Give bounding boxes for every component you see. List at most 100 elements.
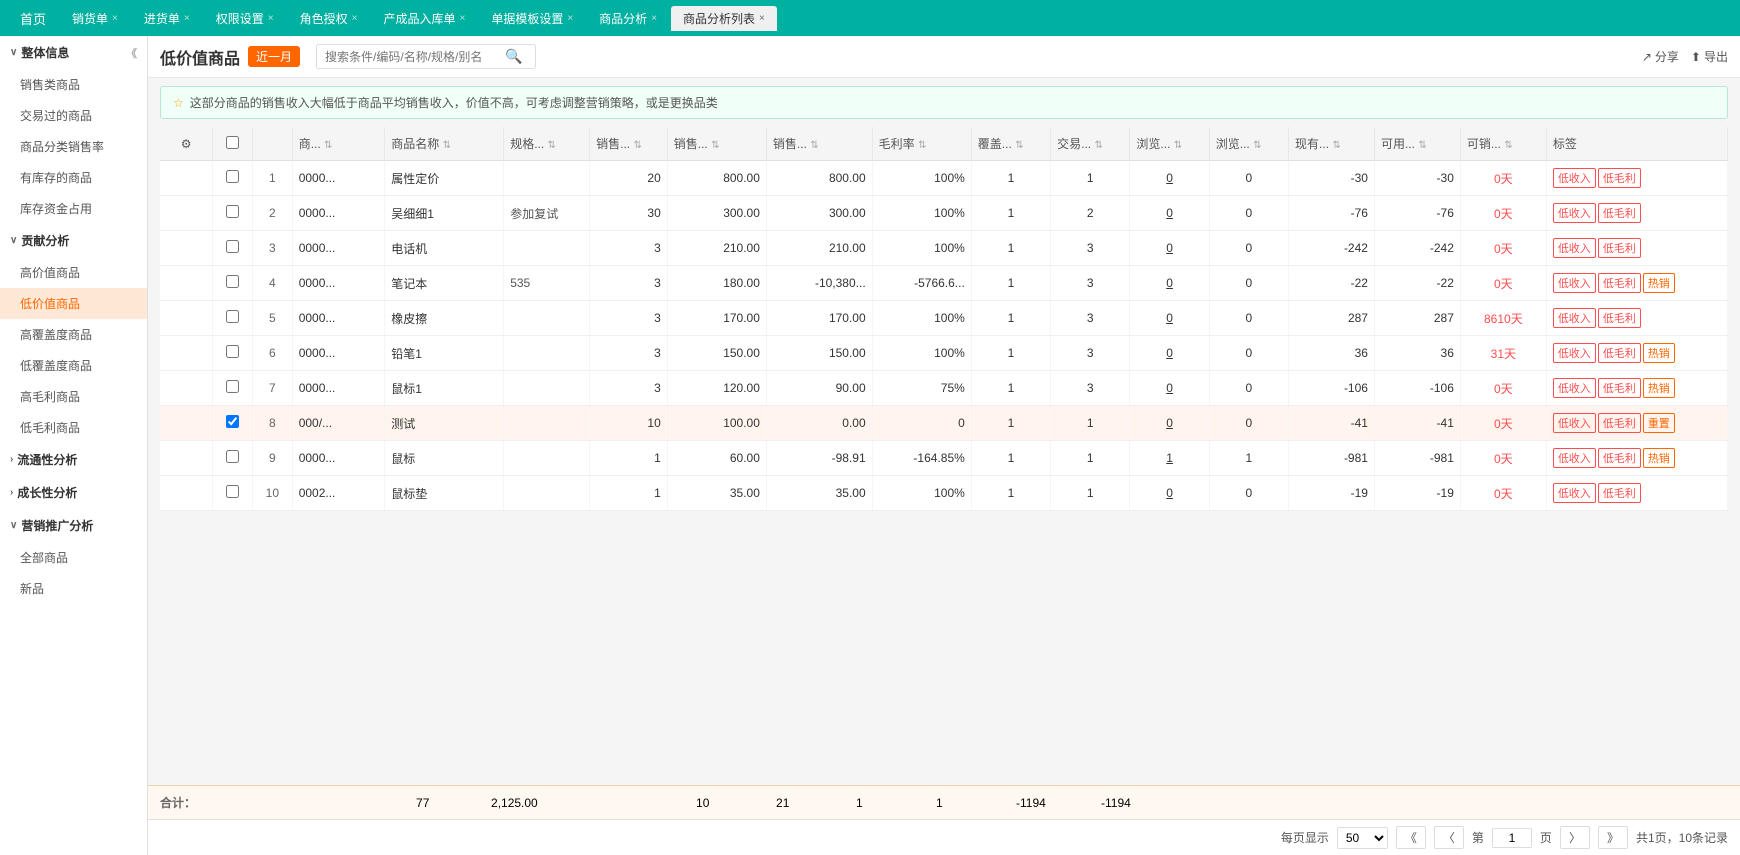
row-code[interactable]: 0002... (292, 476, 385, 511)
row-code[interactable]: 0000... (292, 441, 385, 476)
sidebar-group-contribution[interactable]: ∨ 贡献分析 (0, 224, 147, 257)
row-name[interactable]: 吴细细1 (385, 196, 504, 231)
row-checkbox[interactable] (226, 345, 239, 358)
sort-sales-amt-icon[interactable]: ⇅ (711, 140, 719, 151)
sidebar-item-low-margin[interactable]: 低毛利商品 (0, 412, 147, 443)
last-page-btn[interactable]: 》 (1598, 826, 1628, 849)
settings-icon[interactable]: ⚙ (181, 137, 192, 151)
sort-gross-rate-icon[interactable]: ⇅ (918, 140, 926, 151)
sort-browse2-icon[interactable]: ⇅ (1253, 140, 1261, 151)
per-page-select[interactable]: 50 100 200 (1337, 827, 1388, 849)
row-name[interactable]: 属性定价 (385, 161, 504, 196)
sort-spec-icon[interactable]: ⇅ (548, 140, 556, 151)
period-button[interactable]: 近一月 (248, 46, 300, 67)
nav-template-settings[interactable]: 单据模板设置 × (479, 6, 585, 31)
prev-page-btn[interactable]: 〈 (1434, 826, 1464, 849)
sidebar-item-category-sales-rate[interactable]: 商品分类销售率 (0, 131, 147, 162)
row-name[interactable]: 铅笔1 (385, 336, 504, 371)
row-name[interactable]: 鼠标 (385, 441, 504, 476)
col-gross-rate[interactable]: 毛利率 ⇅ (872, 127, 971, 161)
row-check[interactable] (213, 231, 253, 266)
sidebar-group-marketing[interactable]: ∨ 营销推广分析 (0, 509, 147, 542)
collapse-sidebar-btn[interactable]: 《 (126, 45, 137, 61)
sidebar-item-low-coverage[interactable]: 低覆盖度商品 (0, 350, 147, 381)
row-check[interactable] (213, 196, 253, 231)
row-checkbox[interactable] (226, 240, 239, 253)
row-checkbox[interactable] (226, 275, 239, 288)
row-name[interactable]: 电话机 (385, 231, 504, 266)
row-check[interactable] (213, 371, 253, 406)
row-browse1[interactable]: 1 (1130, 441, 1209, 476)
sort-coverage-icon[interactable]: ⇅ (1015, 140, 1023, 151)
sort-available-icon[interactable]: ⇅ (1418, 140, 1426, 151)
row-browse1[interactable]: 0 (1130, 301, 1209, 336)
sidebar-item-new-goods[interactable]: 新品 (0, 573, 147, 604)
nav-purchase-order[interactable]: 进货单 × (132, 6, 202, 31)
sort-sales-qty-icon[interactable]: ⇅ (633, 140, 641, 151)
sidebar-item-inventory-goods[interactable]: 有库存的商品 (0, 162, 147, 193)
col-available[interactable]: 可用... ⇅ (1374, 127, 1460, 161)
nav-sales-order[interactable]: 销货单 × (60, 6, 130, 31)
sidebar-item-high-margin[interactable]: 高毛利商品 (0, 381, 147, 412)
row-checkbox[interactable] (226, 450, 239, 463)
col-sales-avg[interactable]: 销售... ⇅ (766, 127, 872, 161)
row-check[interactable] (213, 441, 253, 476)
nav-close-template-settings[interactable]: × (567, 13, 573, 24)
row-browse1[interactable]: 0 (1130, 196, 1209, 231)
row-code[interactable]: 000/... (292, 406, 385, 441)
col-coverage[interactable]: 覆盖... ⇅ (971, 127, 1050, 161)
col-settings[interactable]: ⚙ (160, 127, 213, 161)
sort-name-icon[interactable]: ⇅ (443, 140, 451, 151)
row-check[interactable] (213, 406, 253, 441)
nav-close-role-auth[interactable]: × (352, 13, 358, 24)
sidebar-item-high-value[interactable]: 高价值商品 (0, 257, 147, 288)
col-sellable[interactable]: 可销... ⇅ (1460, 127, 1546, 161)
col-browse2[interactable]: 浏览... ⇅ (1209, 127, 1288, 161)
sort-sellable-icon[interactable]: ⇅ (1504, 140, 1512, 151)
row-checkbox[interactable] (226, 485, 239, 498)
search-input[interactable] (325, 50, 505, 64)
row-checkbox[interactable] (226, 205, 239, 218)
sort-code-icon[interactable]: ⇅ (324, 140, 332, 151)
sidebar-item-traded-goods[interactable]: 交易过的商品 (0, 100, 147, 131)
row-code[interactable]: 0000... (292, 266, 385, 301)
col-sales-qty[interactable]: 销售... ⇅ (590, 127, 668, 161)
first-page-btn[interactable]: 《 (1396, 826, 1426, 849)
row-code[interactable]: 0000... (292, 336, 385, 371)
next-page-btn[interactable]: 〉 (1560, 826, 1590, 849)
nav-close-sales-order[interactable]: × (112, 13, 118, 24)
row-name[interactable]: 鼠标垫 (385, 476, 504, 511)
row-browse1[interactable]: 0 (1130, 336, 1209, 371)
row-browse1[interactable]: 0 (1130, 371, 1209, 406)
row-checkbox[interactable] (226, 310, 239, 323)
col-code[interactable]: 商... ⇅ (292, 127, 385, 161)
row-browse1[interactable]: 0 (1130, 266, 1209, 301)
col-browse1[interactable]: 浏览... ⇅ (1130, 127, 1209, 161)
row-browse1[interactable]: 0 (1130, 406, 1209, 441)
row-check[interactable] (213, 301, 253, 336)
row-checkbox[interactable] (226, 170, 239, 183)
sidebar-item-low-value[interactable]: 低价值商品 (0, 288, 147, 319)
col-trade[interactable]: 交易... ⇅ (1051, 127, 1130, 161)
nav-close-product-analysis-list[interactable]: × (759, 13, 765, 24)
row-code[interactable]: 0000... (292, 196, 385, 231)
row-check[interactable] (213, 161, 253, 196)
select-all-checkbox[interactable] (226, 136, 239, 149)
nav-role-auth[interactable]: 角色授权 × (288, 6, 370, 31)
sidebar-group-growth[interactable]: › 成长性分析 (0, 476, 147, 509)
nav-product-analysis-list[interactable]: 商品分析列表 × (671, 6, 777, 31)
sort-trade-icon[interactable]: ⇅ (1094, 140, 1102, 151)
page-number-input[interactable] (1492, 828, 1532, 848)
row-name[interactable]: 测试 (385, 406, 504, 441)
col-current[interactable]: 现有... ⇅ (1289, 127, 1375, 161)
row-name[interactable]: 笔记本 (385, 266, 504, 301)
row-code[interactable]: 0000... (292, 231, 385, 266)
row-code[interactable]: 0000... (292, 301, 385, 336)
row-check[interactable] (213, 266, 253, 301)
export-button[interactable]: ⬆ 导出 (1691, 48, 1728, 65)
col-spec[interactable]: 规格... ⇅ (504, 127, 590, 161)
row-check[interactable] (213, 476, 253, 511)
sidebar-item-all-goods[interactable]: 全部商品 (0, 542, 147, 573)
sort-sales-avg-icon[interactable]: ⇅ (810, 140, 818, 151)
nav-close-purchase-order[interactable]: × (184, 13, 190, 24)
